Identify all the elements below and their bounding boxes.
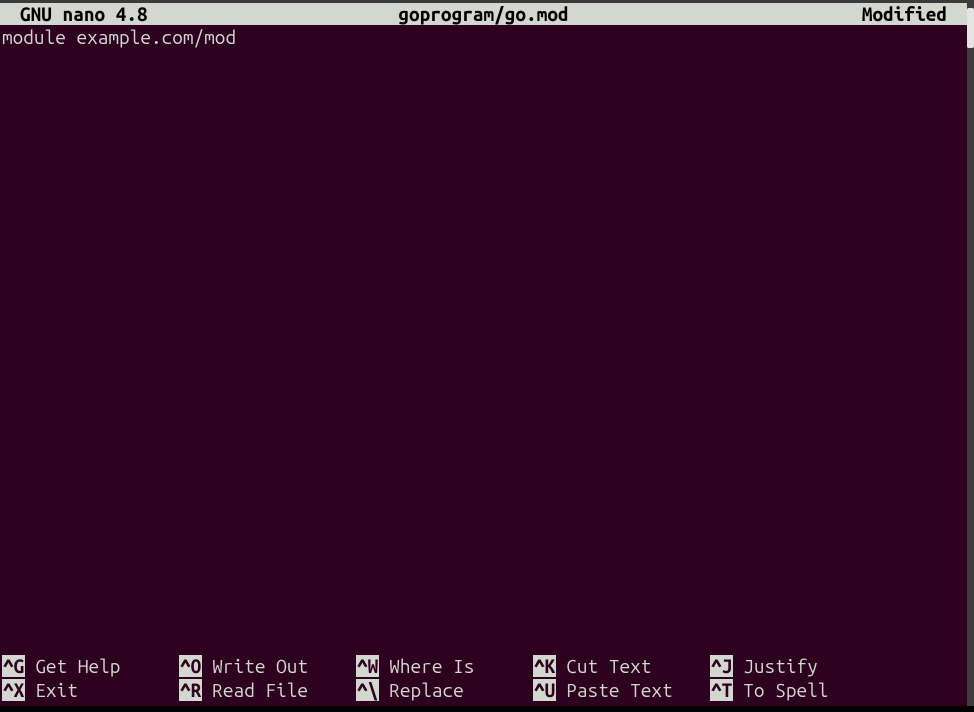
shortcut-label: Read File xyxy=(212,679,308,701)
nano-editor-terminal: GNU nano 4.8 goprogram/go.mod Modified m… xyxy=(0,0,967,706)
shortcut-replace[interactable]: ^\ Replace xyxy=(356,679,533,701)
title-bar: GNU nano 4.8 goprogram/go.mod Modified xyxy=(0,3,967,25)
modified-status: Modified xyxy=(862,3,957,25)
shortcut-label: Replace xyxy=(389,679,463,701)
scrollbar-thumb[interactable] xyxy=(967,8,974,48)
editor-content-line[interactable]: module example.com/mod xyxy=(2,25,965,49)
shortcut-label: Write Out xyxy=(212,655,308,677)
shortcut-key: ^R xyxy=(179,679,202,701)
shortcut-write-out[interactable]: ^O Write Out xyxy=(179,655,356,677)
shortcut-key: ^G xyxy=(2,655,25,677)
shortcut-paste-text[interactable]: ^U Paste Text xyxy=(533,679,710,701)
shortcut-key: ^X xyxy=(2,679,25,701)
shortcut-label: Get Help xyxy=(35,655,120,677)
editor-area[interactable]: module example.com/mod xyxy=(0,25,967,654)
file-name: goprogram/go.mod xyxy=(398,3,568,25)
shortcuts-bar: ^G Get Help ^O Write Out ^W Where Is ^K … xyxy=(0,654,967,706)
shortcut-to-spell[interactable]: ^T To Spell xyxy=(710,679,887,701)
shortcut-read-file[interactable]: ^R Read File xyxy=(179,679,356,701)
shortcut-label: Where Is xyxy=(389,655,474,677)
shortcut-label: Cut Text xyxy=(566,655,651,677)
shortcut-label: Paste Text xyxy=(566,679,672,701)
shortcut-key: ^U xyxy=(533,679,556,701)
shortcut-where-is[interactable]: ^W Where Is xyxy=(356,655,533,677)
app-name: GNU nano 4.8 xyxy=(10,3,148,25)
shortcut-key: ^K xyxy=(533,655,556,677)
shortcut-get-help[interactable]: ^G Get Help xyxy=(2,655,179,677)
scrollbar-track[interactable] xyxy=(967,0,974,706)
shortcut-exit[interactable]: ^X Exit xyxy=(2,679,179,701)
shortcut-key: ^O xyxy=(179,655,202,677)
shortcut-key: ^T xyxy=(710,679,733,701)
shortcut-row-1: ^G Get Help ^O Write Out ^W Where Is ^K … xyxy=(2,654,965,678)
shortcut-cut-text[interactable]: ^K Cut Text xyxy=(533,655,710,677)
shortcut-label: To Spell xyxy=(743,679,828,701)
shortcut-row-2: ^X Exit ^R Read File ^\ Replace ^U Paste… xyxy=(2,678,965,702)
shortcut-justify[interactable]: ^J Justify xyxy=(710,655,887,677)
shortcut-key: ^J xyxy=(710,655,733,677)
shortcut-key: ^\ xyxy=(356,679,379,701)
shortcut-key: ^W xyxy=(356,655,379,677)
shortcut-label: Justify xyxy=(743,655,817,677)
shortcut-label: Exit xyxy=(35,679,78,701)
